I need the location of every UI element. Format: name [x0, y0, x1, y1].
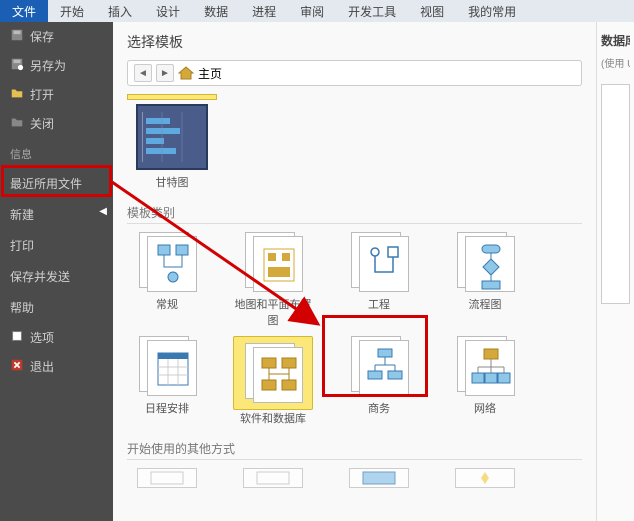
category-label: 工程 — [339, 296, 419, 312]
content-title: 选择模板 — [127, 32, 582, 52]
category-label: 流程图 — [445, 296, 525, 312]
category-general[interactable]: 常规 — [127, 232, 207, 328]
category-network[interactable]: 网络 — [445, 336, 525, 426]
ribbon-tab-process[interactable]: 进程 — [240, 0, 288, 22]
sidebar-options-label: 选项 — [30, 329, 54, 346]
sidebar-save-label: 保存 — [30, 28, 54, 45]
saveas-icon — [10, 57, 24, 74]
sidebar-save[interactable]: 保存 — [0, 22, 113, 51]
sidebar-saveas-label: 另存为 — [30, 57, 66, 74]
nav-back-button[interactable]: ◄ — [134, 64, 152, 82]
category-software-db[interactable]: 软件和数据库 — [233, 336, 313, 426]
exit-icon — [10, 358, 24, 375]
template-featured-label: 甘特图 — [127, 174, 217, 190]
category-label: 软件和数据库 — [233, 410, 313, 426]
sidebar-options[interactable]: 选项 — [0, 323, 113, 352]
category-label: 常规 — [127, 296, 207, 312]
ribbon-tab-data[interactable]: 数据 — [192, 0, 240, 22]
category-engineering[interactable]: 工程 — [339, 232, 419, 328]
other-item-3[interactable] — [339, 468, 419, 492]
other-item-4[interactable] — [445, 468, 525, 492]
ribbon-tab-home[interactable]: 开始 — [48, 0, 96, 22]
sidebar-close-label: 关闭 — [30, 115, 54, 132]
chevron-left-icon: ◀ — [99, 206, 107, 217]
sidebar-recent[interactable]: 最近所用文件 — [0, 168, 113, 199]
categories-grid: 常规 地图和平面布置图 工程 流程图 日程安排 软件和数据库 — [127, 232, 582, 426]
category-flowchart[interactable]: 流程图 — [445, 232, 525, 328]
sidebar-exit-label: 退出 — [30, 358, 54, 375]
sidebar-saveas[interactable]: 另存为 — [0, 51, 113, 80]
ribbon: 文件 开始 插入 设计 数据 进程 审阅 开发工具 视图 我的常用 — [0, 0, 634, 22]
ribbon-tab-custom[interactable]: 我的常用 — [456, 0, 528, 22]
right-panel-title: 数据库 — [601, 32, 630, 49]
category-label: 网络 — [445, 400, 525, 416]
ribbon-tab-insert[interactable]: 插入 — [96, 0, 144, 22]
right-panel: 数据库 (使用 U — [596, 22, 634, 521]
right-panel-preview — [601, 84, 630, 304]
selection-bar — [127, 94, 217, 100]
ribbon-tab-devtools[interactable]: 开发工具 — [336, 0, 408, 22]
category-label: 地图和平面布置图 — [233, 296, 313, 328]
ribbon-tab-view[interactable]: 视图 — [408, 0, 456, 22]
other-item-1[interactable] — [127, 468, 207, 492]
home-icon — [178, 66, 194, 80]
sidebar-print[interactable]: 打印 — [0, 230, 113, 261]
options-icon — [10, 329, 24, 346]
sidebar-exit[interactable]: 退出 — [0, 352, 113, 381]
close-icon — [10, 115, 24, 132]
breadcrumb-home[interactable]: 主页 — [198, 65, 222, 82]
sidebar-new-label: 新建 — [10, 208, 34, 222]
sidebar-open[interactable]: 打开 — [0, 80, 113, 109]
backstage-sidebar: 保存 另存为 打开 关闭 信息 最近所用文件 新建 ◀ 打印 保存并发送 帮助 … — [0, 22, 113, 521]
ribbon-tab-file[interactable]: 文件 — [0, 0, 48, 22]
right-panel-sub: (使用 U — [601, 55, 630, 70]
breadcrumb-bar: ◄ ► 主页 — [127, 60, 582, 86]
category-label: 日程安排 — [127, 400, 207, 416]
sidebar-new[interactable]: 新建 ◀ — [0, 199, 113, 230]
other-grid — [127, 468, 582, 492]
sidebar-help[interactable]: 帮助 — [0, 292, 113, 323]
category-business[interactable]: 商务 — [339, 336, 419, 426]
template-featured-gantt[interactable]: 甘特图 — [127, 104, 217, 190]
category-schedule[interactable]: 日程安排 — [127, 336, 207, 426]
save-icon — [10, 28, 24, 45]
nav-forward-button[interactable]: ► — [156, 64, 174, 82]
ribbon-tab-design[interactable]: 设计 — [144, 0, 192, 22]
content-area: 选择模板 ◄ ► 主页 甘特图 模板类别 常规 地图和平面布置图 — [113, 22, 596, 521]
sidebar-info[interactable]: 信息 — [0, 138, 113, 168]
other-ways-label: 开始使用的其他方式 — [127, 440, 582, 460]
category-maps[interactable]: 地图和平面布置图 — [233, 232, 313, 328]
category-label: 商务 — [339, 400, 419, 416]
open-icon — [10, 86, 24, 103]
sidebar-close[interactable]: 关闭 — [0, 109, 113, 138]
other-item-2[interactable] — [233, 468, 313, 492]
sidebar-savesend[interactable]: 保存并发送 — [0, 261, 113, 292]
ribbon-tab-review[interactable]: 审阅 — [288, 0, 336, 22]
categories-label: 模板类别 — [127, 204, 582, 224]
sidebar-open-label: 打开 — [30, 86, 54, 103]
